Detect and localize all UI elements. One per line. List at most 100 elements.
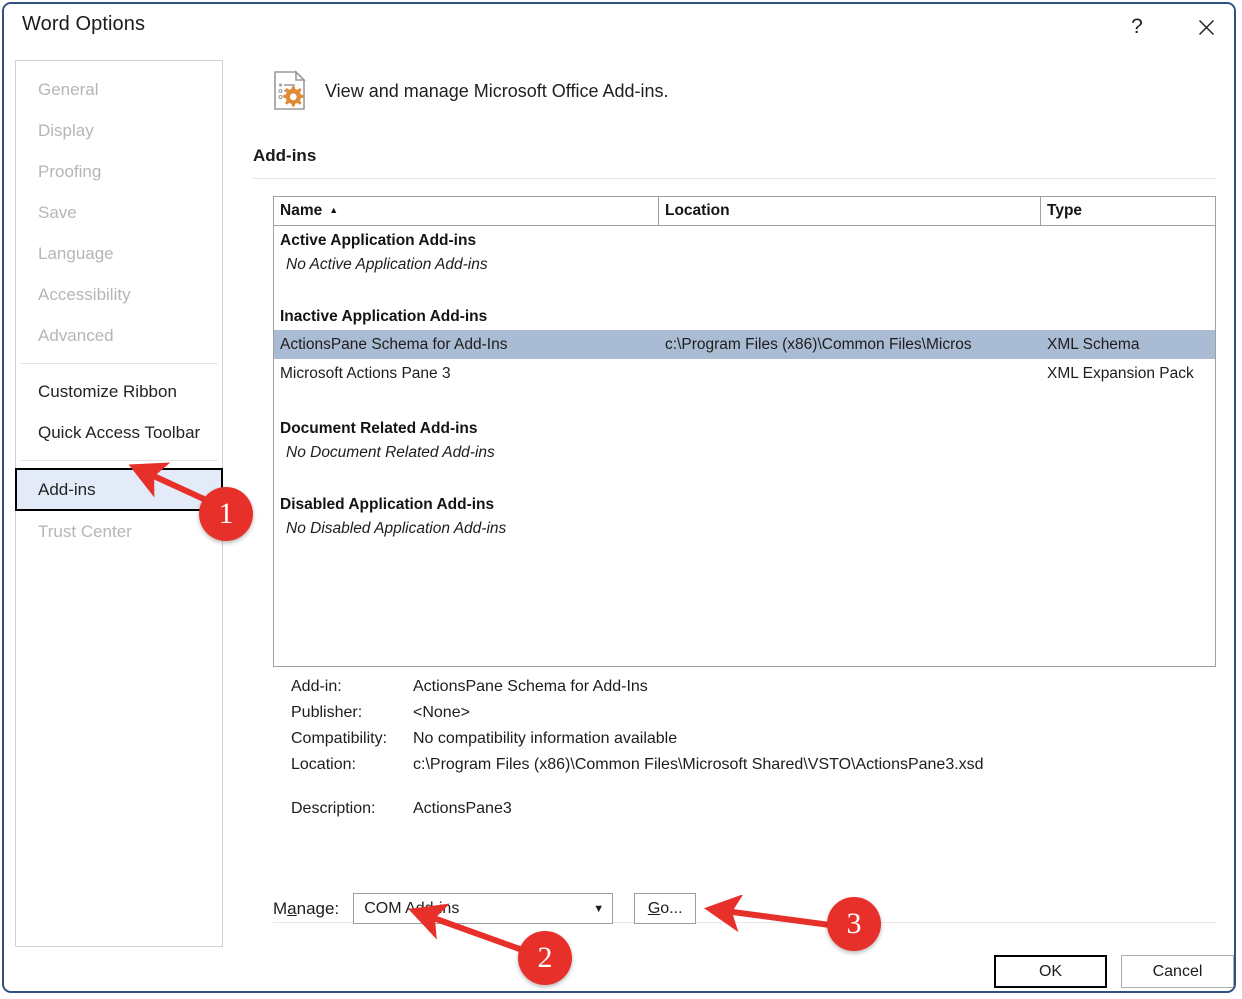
group-empty-text: No Document Related Add-ins xyxy=(286,444,495,461)
detail-spacer xyxy=(273,782,1216,800)
annotation-step-number: 1 xyxy=(218,497,234,530)
sidebar-divider xyxy=(20,363,218,364)
sidebar-item-label: Advanced xyxy=(38,325,114,345)
go-button[interactable]: Go... xyxy=(634,893,697,924)
sidebar-item-label: Add-ins xyxy=(38,479,96,499)
group-empty-text: No Disabled Application Add-ins xyxy=(286,520,507,537)
addins-list[interactable]: Name ▲ Location Type Active Application … xyxy=(273,196,1216,667)
help-icon[interactable]: ? xyxy=(1114,8,1160,46)
detail-label: Add-in: xyxy=(291,678,342,695)
detail-label: Description: xyxy=(291,800,376,817)
options-content-pane: View and manage Microsoft Office Add-ins… xyxy=(252,60,1218,947)
addins-list-body: Active Application Add-ins No Active App… xyxy=(274,226,1215,540)
sidebar-item-general[interactable]: General xyxy=(16,69,222,110)
detail-label: Location: xyxy=(291,756,356,773)
sort-ascending-arrow: ▲ xyxy=(329,204,339,215)
go-button-suffix: o... xyxy=(660,899,683,917)
annotation-step-2: 2 xyxy=(518,931,572,985)
detail-row-addin: Add-in: ActionsPane Schema for Add-Ins xyxy=(273,678,1216,696)
sidebar-item-label: Save xyxy=(38,202,77,222)
detail-row-compatibility: Compatibility: No compatibility informat… xyxy=(273,730,1216,748)
column-header-location[interactable]: Location xyxy=(659,197,1041,225)
sidebar-item-label: Accessibility xyxy=(38,284,131,304)
detail-label: Publisher: xyxy=(291,704,363,721)
detail-row-description: Description: ActionsPane3 xyxy=(273,800,1216,818)
manage-label-accelerator: a xyxy=(287,898,297,918)
sidebar-divider xyxy=(20,460,218,461)
dialog-titlebar: Word Options ? xyxy=(4,4,1234,49)
cancel-button-label: Cancel xyxy=(1152,962,1203,980)
annotation-step-number: 2 xyxy=(537,941,553,974)
chevron-down-icon: ▼ xyxy=(593,902,605,915)
sidebar-item-save[interactable]: Save xyxy=(16,192,222,233)
sidebar-item-label: Quick Access Toolbar xyxy=(38,422,201,442)
go-button-accelerator: G xyxy=(647,899,661,917)
addins-list-header: Name ▲ Location Type xyxy=(274,197,1215,226)
sidebar-item-label: Trust Center xyxy=(38,521,132,541)
table-row[interactable]: Microsoft Actions Pane 3 XML Expansion P… xyxy=(274,359,1215,388)
group-heading: Inactive Application Add-ins xyxy=(280,308,488,325)
sidebar-item-customize-ribbon[interactable]: Customize Ribbon xyxy=(16,371,222,412)
detail-row-location: Location: c:\Program Files (x86)\Common … xyxy=(273,756,1216,774)
sidebar-item-label: General xyxy=(38,79,99,99)
group-heading: Active Application Add-ins xyxy=(280,232,477,249)
page-title: Add-ins xyxy=(253,146,317,165)
ok-button[interactable]: OK xyxy=(994,955,1107,988)
sidebar-item-advanced[interactable]: Advanced xyxy=(16,315,222,356)
row-cell-name: Microsoft Actions Pane 3 xyxy=(280,364,451,382)
document-gear-icon xyxy=(274,70,306,110)
addin-details: Add-in: ActionsPane Schema for Add-Ins P… xyxy=(273,678,1216,826)
sidebar-item-accessibility[interactable]: Accessibility xyxy=(16,274,222,315)
group-heading: Disabled Application Add-ins xyxy=(280,496,495,513)
group-heading: Document Related Add-ins xyxy=(280,420,478,437)
detail-value: No compatibility information available xyxy=(413,730,678,747)
sidebar-item-label: Customize Ribbon xyxy=(38,381,177,401)
sidebar-item-proofing[interactable]: Proofing xyxy=(16,151,222,192)
detail-value: ActionsPane Schema for Add-Ins xyxy=(413,678,648,695)
sidebar-item-language[interactable]: Language xyxy=(16,233,222,274)
manage-row: Manage: COM Add-ins ▼ Go... xyxy=(273,893,697,924)
sidebar-item-trust-center[interactable]: Trust Center xyxy=(16,511,222,552)
sidebar-item-quick-access-toolbar[interactable]: Quick Access Toolbar xyxy=(16,412,222,453)
manage-label-suffix: nage: xyxy=(296,898,340,918)
row-cell-name: ActionsPane Schema for Add-Ins xyxy=(280,335,508,353)
detail-value: <None> xyxy=(413,704,470,721)
pane-header-label: View and manage Microsoft Office Add-ins… xyxy=(325,80,669,101)
manage-label-prefix: M xyxy=(273,898,288,918)
detail-label: Compatibility: xyxy=(291,730,388,747)
ok-button-label: OK xyxy=(1038,962,1063,980)
sidebar-item-label: Proofing xyxy=(38,161,102,181)
dialog-footer: OK Cancel xyxy=(4,952,1234,991)
word-options-dialog: Word Options ? General Display Proofing … xyxy=(2,2,1236,993)
row-cell-type: XML Expansion Pack xyxy=(1047,364,1194,382)
manage-select-value: COM Add-ins xyxy=(364,899,460,917)
annotation-step-1: 1 xyxy=(199,487,253,541)
cancel-button[interactable]: Cancel xyxy=(1121,955,1234,988)
options-sidebar: General Display Proofing Save Language A… xyxy=(15,60,223,947)
table-row[interactable]: ActionsPane Schema for Add-Ins c:\Progra… xyxy=(274,330,1215,359)
column-header-name[interactable]: Name ▲ xyxy=(274,197,659,225)
dialog-title: Word Options xyxy=(22,13,146,35)
group-empty-text: No Active Application Add-ins xyxy=(286,256,488,273)
close-icon[interactable] xyxy=(1183,8,1229,46)
sidebar-item-add-ins[interactable]: Add-ins xyxy=(15,468,223,511)
column-header-label: Location xyxy=(665,202,730,219)
section-divider xyxy=(253,178,1216,179)
annotation-step-3: 3 xyxy=(827,897,881,951)
row-cell-location: c:\Program Files (x86)\Common Files\Micr… xyxy=(665,335,972,353)
pane-header: View and manage Microsoft Office Add-ins… xyxy=(269,69,669,113)
sidebar-item-display[interactable]: Display xyxy=(16,110,222,151)
manage-label: Manage: xyxy=(273,899,339,919)
row-cell-type: XML Schema xyxy=(1047,335,1140,353)
annotation-step-number: 3 xyxy=(846,907,862,940)
column-header-label: Name xyxy=(280,202,323,219)
manage-select[interactable]: COM Add-ins ▼ xyxy=(353,893,614,924)
sidebar-item-label: Language xyxy=(38,243,114,263)
column-header-type[interactable]: Type xyxy=(1041,197,1215,225)
sidebar-item-label: Display xyxy=(38,120,94,140)
detail-value: c:\Program Files (x86)\Common Files\Micr… xyxy=(413,756,984,773)
detail-value: ActionsPane3 xyxy=(413,800,512,817)
